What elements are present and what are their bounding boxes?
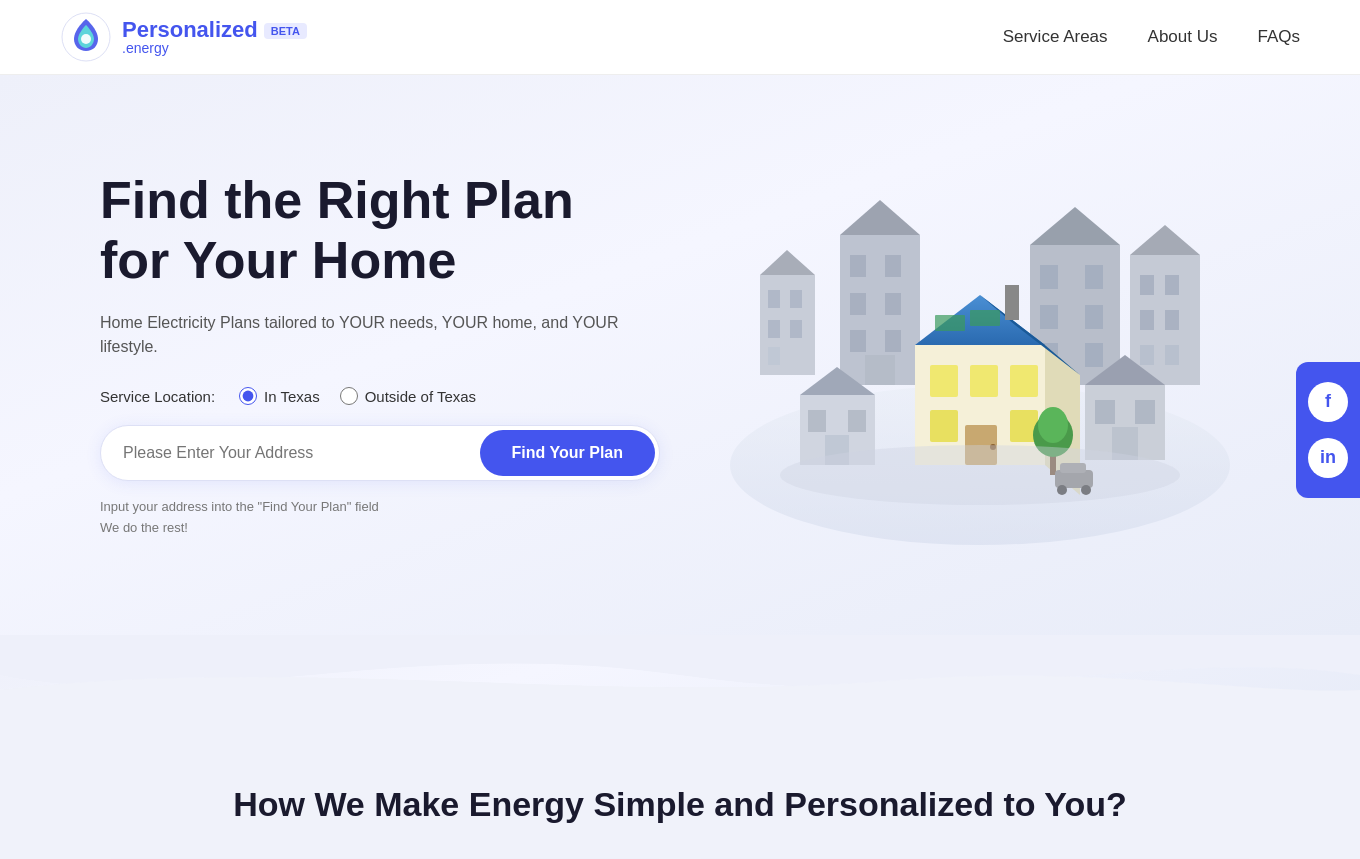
hero-subtitle: Home Electricity Plans tailored to YOUR … <box>100 311 680 359</box>
beta-badge: BETA <box>264 23 307 39</box>
service-location-label: Service Location: <box>100 388 215 405</box>
svg-rect-26 <box>865 355 895 385</box>
logo: PersonalizedBETA .energy <box>60 11 307 63</box>
svg-rect-32 <box>1085 305 1103 329</box>
svg-rect-14 <box>1140 310 1154 330</box>
social-sidebar-bg: f in <box>1296 362 1360 498</box>
svg-rect-5 <box>768 290 780 308</box>
nav-faqs[interactable]: FAQs <box>1257 27 1300 47</box>
svg-rect-13 <box>1165 275 1179 295</box>
how-title: How We Make Energy Simple and Personaliz… <box>80 785 1280 824</box>
svg-rect-59 <box>848 410 866 432</box>
svg-point-66 <box>780 445 1180 505</box>
logo-domain: .energy <box>122 40 307 56</box>
main-nav: Service Areas About Us FAQs <box>1003 27 1300 47</box>
svg-rect-30 <box>1085 265 1103 289</box>
radio-in-texas[interactable]: In Texas <box>239 387 320 405</box>
svg-rect-58 <box>808 410 826 432</box>
svg-rect-31 <box>1040 305 1058 329</box>
svg-rect-47 <box>935 315 965 331</box>
how-section: How We Make Energy Simple and Personaliz… <box>0 715 1360 859</box>
linkedin-button[interactable]: in <box>1308 438 1348 478</box>
radio-outside-texas-input[interactable] <box>340 387 358 405</box>
svg-marker-11 <box>1130 225 1200 255</box>
logo-icon <box>60 11 112 63</box>
city-svg <box>700 155 1260 555</box>
svg-rect-34 <box>1085 343 1103 367</box>
svg-rect-63 <box>1095 400 1115 424</box>
hero-section: Find the Right Plan for Your Home Home E… <box>0 75 1360 635</box>
facebook-button[interactable]: f <box>1308 382 1348 422</box>
address-search-input[interactable] <box>101 428 476 478</box>
svg-rect-64 <box>1135 400 1155 424</box>
helper-text: Input your address into the "Find Your P… <box>100 497 680 539</box>
radio-group: In Texas Outside of Texas <box>239 387 476 405</box>
svg-point-1 <box>81 34 91 44</box>
svg-rect-21 <box>885 255 901 277</box>
header: PersonalizedBETA .energy Service Areas A… <box>0 0 1360 75</box>
svg-rect-20 <box>850 255 866 277</box>
svg-rect-24 <box>850 330 866 352</box>
svg-rect-39 <box>1005 285 1019 320</box>
svg-rect-29 <box>1040 265 1058 289</box>
logo-text: PersonalizedBETA .energy <box>122 18 307 56</box>
svg-rect-9 <box>768 347 780 365</box>
find-plan-button[interactable]: Find Your Plan <box>480 430 655 476</box>
nav-service-areas[interactable]: Service Areas <box>1003 27 1108 47</box>
svg-rect-17 <box>1165 345 1179 365</box>
svg-rect-8 <box>790 320 802 338</box>
nav-about-us[interactable]: About Us <box>1148 27 1218 47</box>
svg-marker-19 <box>840 200 920 235</box>
hero-content: Find the Right Plan for Your Home Home E… <box>100 171 680 538</box>
svg-rect-15 <box>1165 310 1179 330</box>
svg-rect-7 <box>768 320 780 338</box>
wave-divider <box>0 635 1360 715</box>
svg-rect-41 <box>970 365 998 397</box>
svg-rect-40 <box>930 365 958 397</box>
social-sidebar: f in <box>1296 362 1360 498</box>
svg-point-51 <box>1038 407 1068 443</box>
radio-in-texas-input[interactable] <box>239 387 257 405</box>
hero-illustration <box>680 155 1280 555</box>
radio-outside-texas-label: Outside of Texas <box>365 388 476 405</box>
service-location: Service Location: In Texas Outside of Te… <box>100 387 680 405</box>
hero-title: Find the Right Plan for Your Home <box>100 171 680 291</box>
svg-rect-42 <box>1010 365 1038 397</box>
svg-marker-4 <box>760 250 815 275</box>
svg-rect-48 <box>970 310 1000 326</box>
radio-in-texas-label: In Texas <box>264 388 320 405</box>
svg-rect-12 <box>1140 275 1154 295</box>
logo-name: PersonalizedBETA <box>122 18 307 42</box>
svg-rect-43 <box>930 410 958 442</box>
svg-rect-22 <box>850 293 866 315</box>
svg-rect-23 <box>885 293 901 315</box>
svg-rect-16 <box>1140 345 1154 365</box>
search-bar: Find Your Plan <box>100 425 660 481</box>
svg-rect-6 <box>790 290 802 308</box>
radio-outside-texas[interactable]: Outside of Texas <box>340 387 476 405</box>
svg-rect-25 <box>885 330 901 352</box>
svg-marker-28 <box>1030 207 1120 245</box>
